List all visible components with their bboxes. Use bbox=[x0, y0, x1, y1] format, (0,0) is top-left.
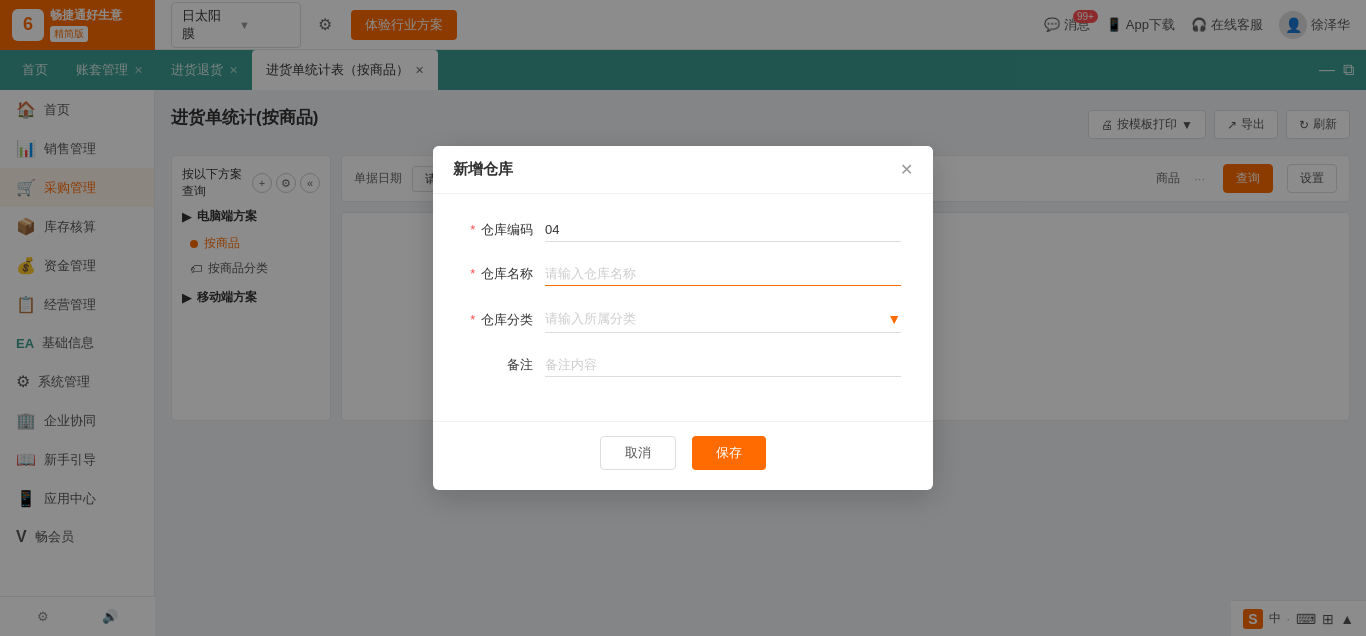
category-select-wrapper[interactable]: 请输入所属分类 ▼ bbox=[545, 306, 901, 333]
dialog-footer: 取消 保存 bbox=[433, 421, 933, 490]
dialog-title: 新增仓库 bbox=[453, 160, 513, 179]
dialog-body: * 仓库编码 * 仓库名称 * 仓库分类 请输入所属 bbox=[433, 194, 933, 421]
form-row-category: * 仓库分类 请输入所属分类 ▼ bbox=[465, 306, 901, 333]
name-label: * 仓库名称 bbox=[465, 265, 545, 283]
required-mark-code: * bbox=[470, 222, 475, 237]
code-input[interactable] bbox=[545, 218, 901, 242]
required-mark-category: * bbox=[470, 312, 475, 327]
form-row-code: * 仓库编码 bbox=[465, 218, 901, 242]
form-row-remark: 备注 bbox=[465, 353, 901, 377]
form-row-name: * 仓库名称 bbox=[465, 262, 901, 286]
cancel-button[interactable]: 取消 bbox=[600, 436, 676, 470]
remark-input[interactable] bbox=[545, 353, 901, 377]
dialog-close-button[interactable]: ✕ bbox=[900, 162, 913, 178]
new-warehouse-dialog: 新增仓库 ✕ * 仓库编码 * 仓库名称 bbox=[433, 146, 933, 490]
dialog-header: 新增仓库 ✕ bbox=[433, 146, 933, 194]
category-placeholder: 请输入所属分类 bbox=[545, 310, 887, 328]
save-button[interactable]: 保存 bbox=[692, 436, 766, 470]
code-label: * 仓库编码 bbox=[465, 221, 545, 239]
category-dropdown-icon: ▼ bbox=[887, 311, 901, 327]
name-input[interactable] bbox=[545, 262, 901, 286]
remark-label: 备注 bbox=[465, 356, 545, 374]
modal-overlay: 新增仓库 ✕ * 仓库编码 * 仓库名称 bbox=[0, 0, 1366, 636]
category-label: * 仓库分类 bbox=[465, 311, 545, 329]
required-mark-name: * bbox=[470, 266, 475, 281]
